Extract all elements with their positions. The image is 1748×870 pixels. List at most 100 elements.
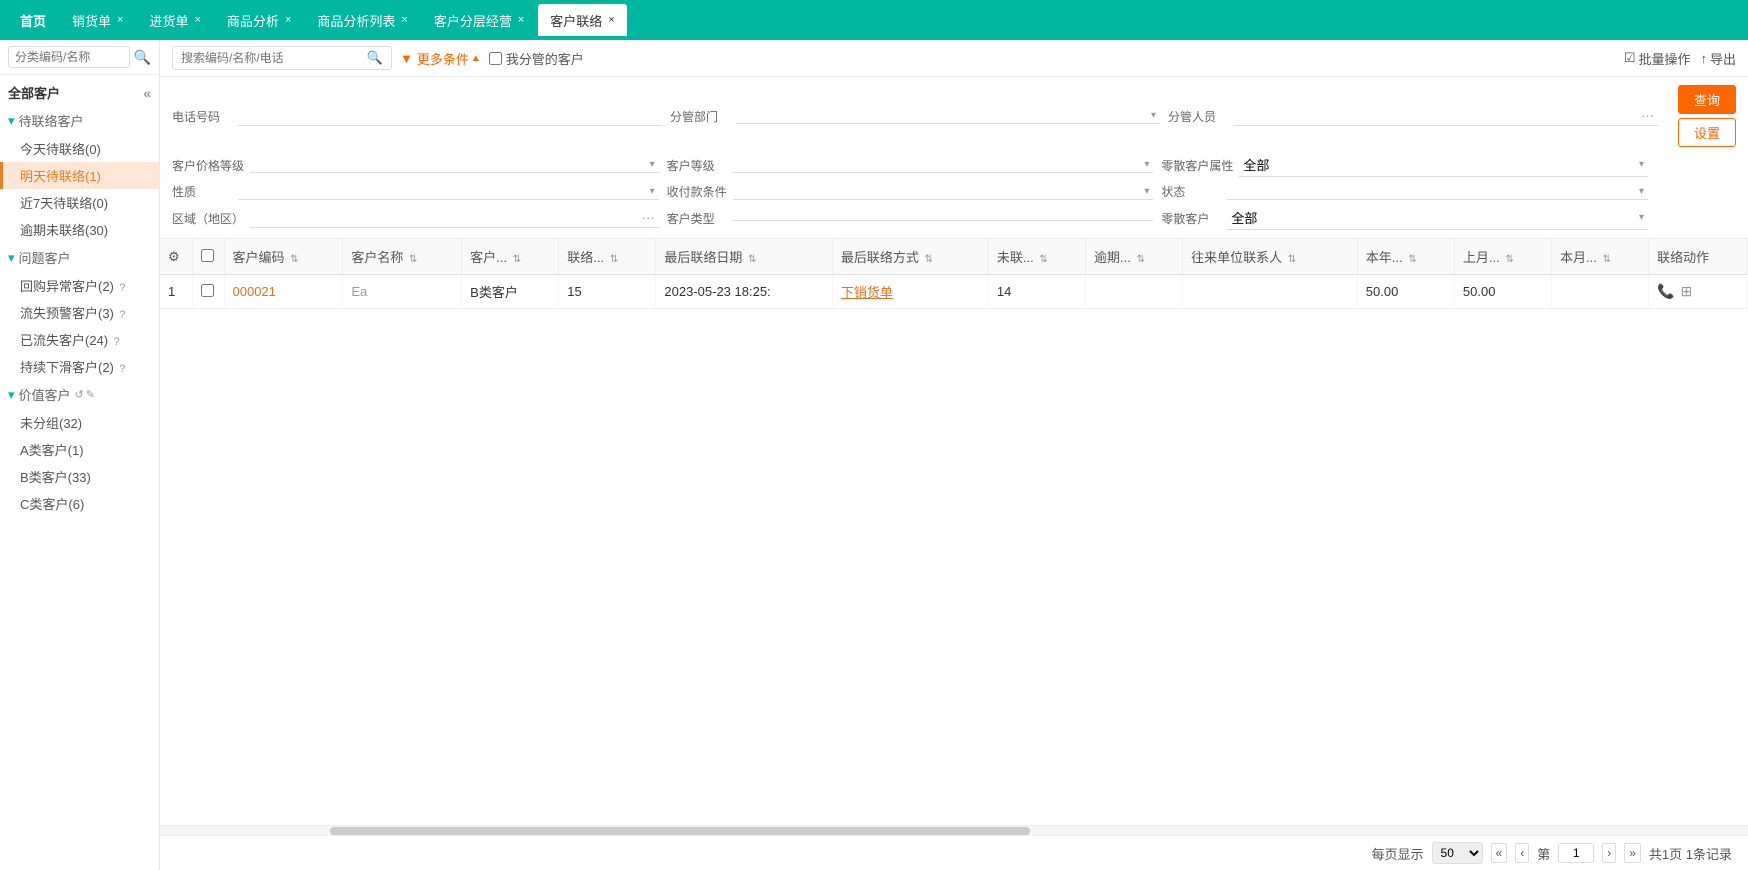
col-contact-person[interactable]: 往来单位联系人 ⇅	[1183, 239, 1358, 275]
nav-home[interactable]: 首页	[8, 4, 58, 36]
nav-customer-layer-close[interactable]: ×	[518, 14, 524, 26]
sort-date-icon: ⇅	[748, 254, 756, 265]
setting-btn[interactable]: 设置	[1678, 118, 1736, 147]
sidebar-collapse-icon[interactable]: «	[143, 85, 151, 101]
customer-type-select[interactable]	[733, 216, 1154, 221]
col-customer-type[interactable]: 客户... ⇅	[462, 239, 559, 275]
refresh-value-icon[interactable]: ↺	[75, 388, 84, 401]
batch-op-btn[interactable]: ☑ 批量操作	[1624, 49, 1691, 68]
horizontal-scrollbar[interactable]	[160, 825, 1748, 835]
col-gear[interactable]: ⚙	[160, 239, 192, 275]
row-grid-icon[interactable]: ⊞	[1681, 283, 1693, 300]
col-contact-count[interactable]: 联络... ⇅	[559, 239, 656, 275]
sidebar-item-declining[interactable]: 持续下滑客户(2) ?	[0, 353, 159, 380]
filter-bar: 🔍 ▼ 更多条件 ▲ 我分管的客户 ☑ 批量操作 ↑ 导出	[160, 40, 1748, 77]
sidebar-item-class-c[interactable]: C类客户(6)	[0, 490, 159, 517]
first-page-btn[interactable]: «	[1491, 843, 1508, 863]
sidebar-section-problem[interactable]: ▾ 问题客户	[0, 243, 159, 272]
help-icon-3: ?	[119, 363, 125, 375]
nav-goods-analysis-close[interactable]: ×	[285, 14, 291, 26]
nature-select[interactable]: ▾	[238, 184, 659, 200]
top-nav: 首页 销货单 × 进货单 × 商品分析 × 商品分析列表 × 客户分层经营 × …	[0, 0, 1748, 40]
row-select-checkbox[interactable]	[201, 284, 214, 297]
sidebar-all-customers-header: 全部客户 «	[0, 75, 159, 106]
row-checkbox	[192, 275, 224, 309]
col-last-contact-method[interactable]: 最后联络方式 ⇅	[832, 239, 988, 275]
per-page-select[interactable]: 50 100 200	[1432, 842, 1483, 864]
nav-purchase[interactable]: 进货单 ×	[137, 4, 212, 36]
dept-select[interactable]: ▾	[736, 108, 1160, 124]
dept-field: 分管部门 ▾	[670, 108, 1160, 125]
more-conditions-btn[interactable]: ▼ 更多条件 ▲	[400, 49, 481, 68]
row-contact-count: 15	[559, 275, 656, 309]
sidebar-section-value[interactable]: ▾ 价值客户 ↺ ✎	[0, 380, 159, 409]
help-icon-2: ?	[113, 336, 119, 348]
sidebar-item-ungrouped[interactable]: 未分组(32)	[0, 409, 159, 436]
customer-type-label: 客户类型	[667, 210, 727, 227]
row-name: Ea	[343, 275, 462, 309]
next-page-btn[interactable]: ›	[1602, 843, 1616, 863]
nav-customer-layer[interactable]: 客户分层经营 ×	[422, 4, 536, 36]
edit-value-icon[interactable]: ✎	[86, 388, 95, 401]
col-last-contact-date[interactable]: 最后联络日期 ⇅	[656, 239, 832, 275]
export-btn[interactable]: ↑ 导出	[1700, 49, 1736, 68]
sort-method-icon: ⇅	[924, 254, 932, 265]
sidebar-item-churned[interactable]: 已流失客户(24) ?	[0, 326, 159, 353]
region-select[interactable]: ···	[250, 208, 659, 228]
contact-method-link[interactable]: 下销货单	[841, 285, 893, 300]
sidebar-item-class-a[interactable]: A类客户(1)	[0, 436, 159, 463]
my-customers-checkbox[interactable]	[489, 52, 502, 65]
retail-customer-select[interactable]: 全部 ▾	[1227, 206, 1648, 230]
sidebar-item-7days[interactable]: 近7天待联络(0)	[0, 189, 159, 216]
sidebar-item-churn-warning[interactable]: 流失预警客户(3) ?	[0, 299, 159, 326]
retail-attr-select[interactable]: 全部 ▾	[1239, 153, 1648, 177]
sidebar-search-icon[interactable]: 🔍	[134, 49, 151, 66]
sidebar-item-today[interactable]: 今天待联络(0)	[0, 135, 159, 162]
dept-label: 分管部门	[670, 108, 730, 125]
value-level-select[interactable]: ▾	[250, 157, 659, 173]
content-area: 🔍 ▼ 更多条件 ▲ 我分管的客户 ☑ 批量操作 ↑ 导出	[160, 40, 1748, 870]
sidebar-section-pending[interactable]: ▾ 待联络客户	[0, 106, 159, 135]
help-icon-0: ?	[119, 282, 125, 294]
row-phone-icon[interactable]: 📞	[1657, 283, 1674, 300]
sidebar-item-abnormal-repurchase[interactable]: 回购异常客户(2) ?	[0, 272, 159, 299]
adv-filter-row-4: 区域（地区） ··· 客户类型 零散客户 全部 ▾	[172, 206, 1736, 230]
col-code[interactable]: 客户编码 ⇅	[224, 239, 343, 275]
col-name[interactable]: 客户名称 ⇅	[343, 239, 462, 275]
adv-filter-row-2: 客户价格等级 ▾ 客户等级 ▾ 零散客户属性 全部	[172, 153, 1736, 177]
phone-input[interactable]	[238, 107, 662, 126]
col-this-month[interactable]: 本月... ⇅	[1552, 239, 1649, 275]
col-overdue[interactable]: 逾期... ⇅	[1086, 239, 1183, 275]
filter-icon: ▼	[400, 51, 413, 66]
nav-goods-analysis-list-close[interactable]: ×	[401, 14, 407, 26]
nav-sales-close[interactable]: ×	[117, 14, 123, 26]
filter-right-actions: ☑ 批量操作 ↑ 导出	[1624, 49, 1736, 68]
manager-select[interactable]: ···	[1234, 106, 1658, 126]
col-last-month[interactable]: 上月... ⇅	[1454, 239, 1551, 275]
query-btn[interactable]: 查询	[1678, 85, 1736, 114]
last-page-btn[interactable]: »	[1624, 843, 1641, 863]
nav-goods-analysis-list[interactable]: 商品分析列表 ×	[305, 4, 419, 36]
sidebar-item-overdue[interactable]: 逾期未联络(30)	[0, 216, 159, 243]
scrollbar-thumb[interactable]	[330, 827, 1030, 835]
page-input[interactable]	[1558, 843, 1594, 863]
nav-sales[interactable]: 销货单 ×	[60, 4, 135, 36]
select-all-checkbox[interactable]	[201, 249, 214, 262]
sidebar-item-class-b[interactable]: B类客户(33)	[0, 463, 159, 490]
payment-select[interactable]: ▾	[733, 184, 1154, 200]
sidebar-search-input[interactable]	[8, 46, 130, 68]
col-this-year[interactable]: 本年... ⇅	[1357, 239, 1454, 275]
prev-page-btn[interactable]: ‹	[1515, 843, 1529, 863]
adv-filter-panel: 电话号码 分管部门 ▾ 分管人员 ···	[160, 77, 1748, 239]
status-select[interactable]: ▾	[1227, 184, 1648, 200]
col-checkbox	[192, 239, 224, 275]
nav-purchase-close[interactable]: ×	[194, 14, 200, 26]
nav-customer-contact[interactable]: 客户联络 ×	[538, 4, 626, 36]
col-unlinkd[interactable]: 未联... ⇅	[988, 239, 1085, 275]
filter-search-input[interactable]	[181, 51, 367, 65]
nav-customer-contact-close[interactable]: ×	[608, 14, 614, 26]
customer-level-select[interactable]: ▾	[733, 157, 1154, 173]
nav-goods-analysis[interactable]: 商品分析 ×	[215, 4, 303, 36]
filter-search-icon[interactable]: 🔍	[367, 50, 383, 66]
sidebar-item-tomorrow[interactable]: 明天待联络(1)	[0, 162, 159, 189]
